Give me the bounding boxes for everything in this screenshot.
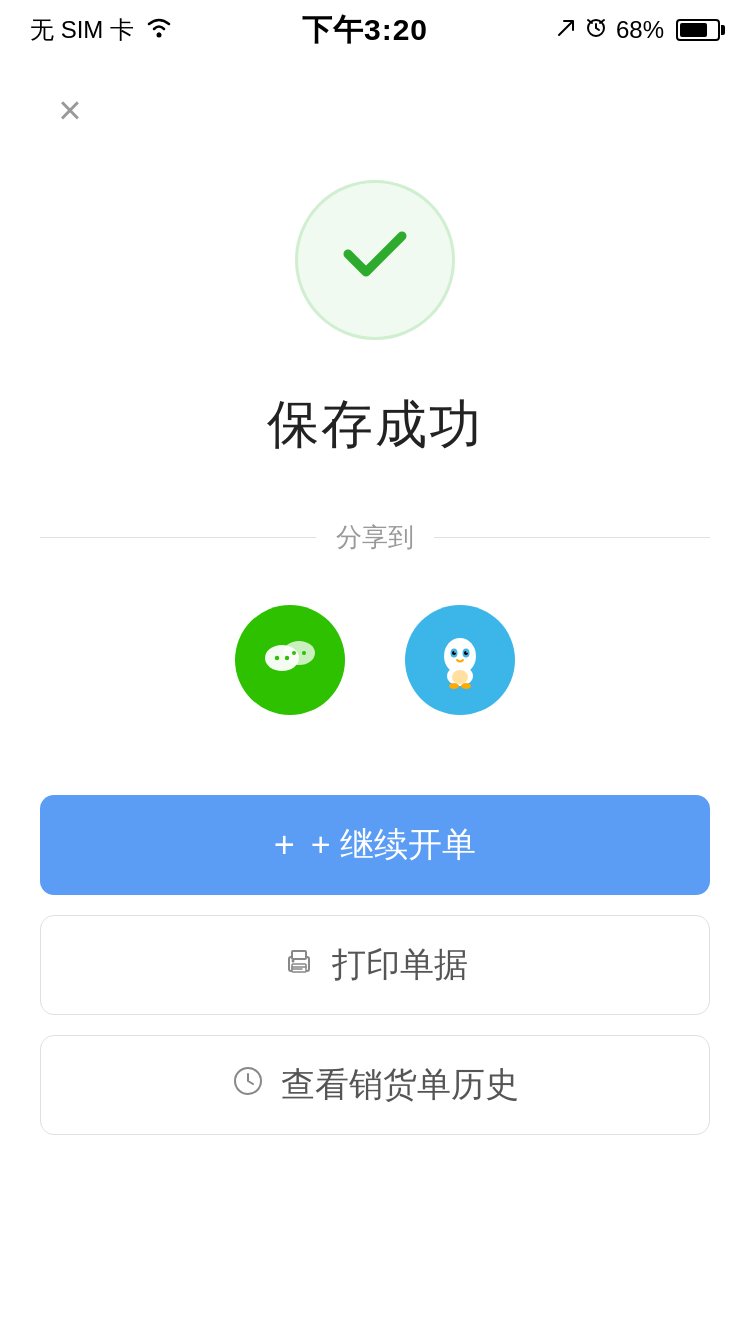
divider-right xyxy=(434,537,710,538)
close-button[interactable]: × xyxy=(40,80,100,140)
success-circle xyxy=(295,180,455,340)
wechat-icon xyxy=(258,628,323,693)
printer-icon xyxy=(282,944,316,986)
svg-point-7 xyxy=(302,651,306,655)
wechat-share-button[interactable] xyxy=(235,605,345,715)
svg-point-17 xyxy=(449,683,459,689)
continue-label: + 继续开单 xyxy=(311,822,476,868)
share-label: 分享到 xyxy=(336,520,414,555)
history-button[interactable]: 查看销货单历史 xyxy=(40,1035,710,1135)
divider-left xyxy=(40,537,316,538)
svg-point-0 xyxy=(157,33,162,38)
plus-icon: + xyxy=(274,824,295,866)
close-icon: × xyxy=(58,90,81,130)
svg-point-16 xyxy=(452,670,468,684)
svg-point-5 xyxy=(284,655,288,659)
qq-icon xyxy=(428,628,493,693)
wifi-icon xyxy=(144,16,174,44)
close-button-container: × xyxy=(40,80,710,140)
action-buttons: + + 继续开单 打印单据 xyxy=(40,795,710,1135)
status-time: 下午3:20 xyxy=(302,10,428,51)
main-content: × 保存成功 分享到 xyxy=(0,60,750,1175)
share-divider: 分享到 xyxy=(40,520,710,555)
svg-rect-21 xyxy=(292,964,306,972)
svg-point-4 xyxy=(274,655,278,659)
alarm-icon xyxy=(584,15,608,45)
status-right: 68% xyxy=(556,15,720,45)
success-title: 保存成功 xyxy=(267,390,483,460)
status-bar: 无 SIM 卡 下午3:20 68% xyxy=(0,0,750,60)
svg-point-3 xyxy=(283,641,315,665)
svg-point-22 xyxy=(292,960,295,963)
carrier-text: 无 SIM 卡 xyxy=(30,14,134,46)
print-button[interactable]: 打印单据 xyxy=(40,915,710,1015)
share-icons-container xyxy=(235,605,515,715)
status-left: 无 SIM 卡 xyxy=(30,14,174,46)
print-label: 打印单据 xyxy=(332,942,468,988)
qq-share-button[interactable] xyxy=(405,605,515,715)
svg-point-13 xyxy=(454,651,456,653)
svg-point-18 xyxy=(461,683,471,689)
battery-text: 68% xyxy=(616,16,664,44)
svg-point-6 xyxy=(292,651,296,655)
svg-point-14 xyxy=(466,651,468,653)
location-icon xyxy=(556,16,576,44)
battery-icon xyxy=(676,19,720,41)
continue-button[interactable]: + + 继续开单 xyxy=(40,795,710,895)
clock-icon xyxy=(231,1064,265,1106)
checkmark-icon xyxy=(330,209,420,312)
svg-rect-20 xyxy=(292,951,306,959)
history-label: 查看销货单历史 xyxy=(281,1062,519,1108)
